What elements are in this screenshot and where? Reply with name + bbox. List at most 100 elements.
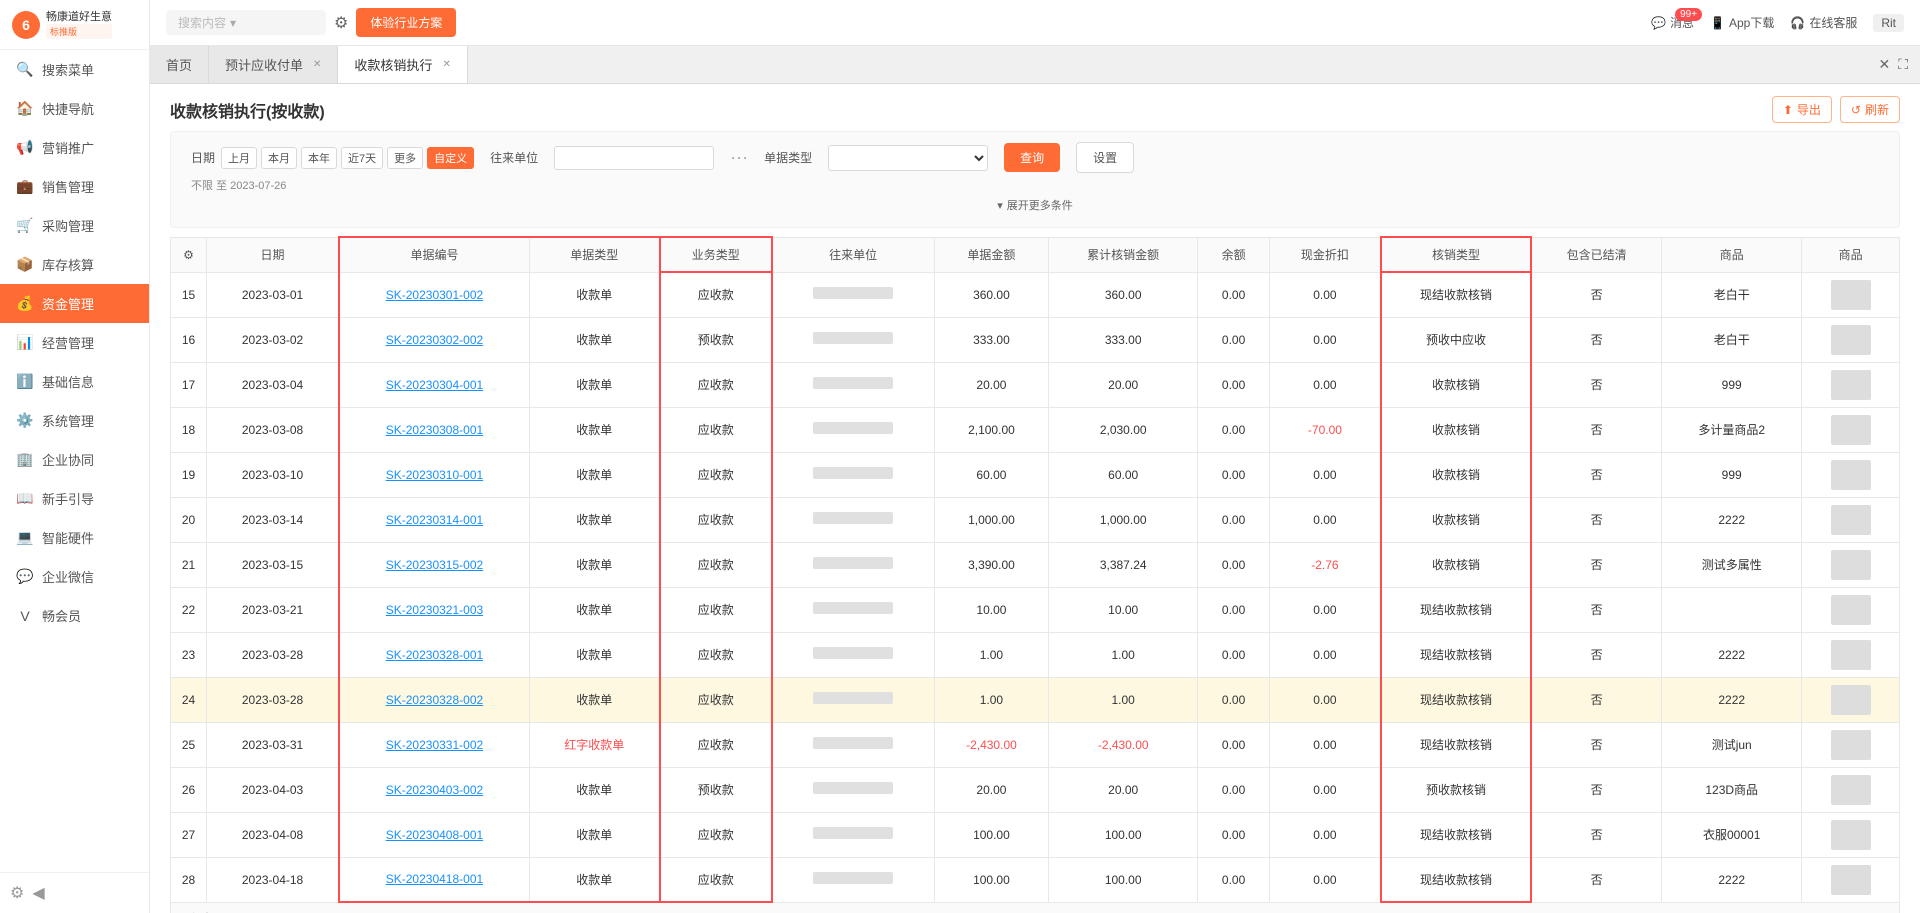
sidebar-item-basic[interactable]: ℹ️基础信息 [0, 362, 149, 401]
sidebar-nav: 🔍搜索菜单🏠快捷导航📢营销推广💼销售管理🛒采购管理📦库存核算💰资金管理📊经营管理… [0, 50, 149, 872]
doc-no-link[interactable]: SK-20230403-002 [386, 783, 483, 797]
partner-label: 往来单位 [490, 149, 538, 166]
doc-no-link[interactable]: SK-20230315-002 [386, 558, 483, 572]
doc-type-select[interactable] [828, 145, 988, 171]
cell-doc-type: 收款单 [529, 272, 659, 317]
last-7days-btn[interactable]: 近7天 [341, 147, 383, 169]
doc-no-link[interactable]: SK-20230328-001 [386, 648, 483, 662]
cell-date: 2023-03-28 [207, 632, 340, 677]
sidebar-item-vip[interactable]: V畅会员 [0, 596, 149, 635]
more-filters-dots[interactable]: ··· [730, 147, 748, 168]
user-menu[interactable]: Rit [1873, 14, 1904, 32]
settings-icon[interactable]: ⚙ [10, 883, 24, 903]
cell-amount: 2,100.00 [934, 407, 1049, 452]
cell-goods1: 999 [1662, 362, 1802, 407]
close-tab-button[interactable]: ✕ [1878, 56, 1890, 73]
sidebar-item-system[interactable]: ⚙️系统管理 [0, 401, 149, 440]
col-balance: 余额 [1198, 237, 1270, 272]
sidebar-item-sales[interactable]: 💼销售管理 [0, 167, 149, 206]
sidebar-label-wechat: 企业微信 [42, 567, 94, 586]
tab-collection-close[interactable]: ✕ [442, 59, 450, 70]
filter-settings-button[interactable]: 设置 [1076, 142, 1134, 173]
cell-doc-type: 收款单 [529, 857, 659, 902]
tab-pending-close[interactable]: ✕ [313, 59, 321, 70]
gear-icon[interactable]: ⚙ [334, 13, 348, 33]
cell-veri-type: 现结收款核销 [1381, 722, 1531, 767]
sidebar-item-wechat[interactable]: 💬企业微信 [0, 557, 149, 596]
cell-balance: 0.00 [1198, 272, 1270, 317]
export-button[interactable]: ⬆ 导出 [1772, 96, 1832, 123]
tab-actions: ✕ ⛶ [1878, 56, 1920, 73]
purchase-icon: 🛒 [16, 217, 34, 234]
table-row: 20 2023-03-14 SK-20230314-001 收款单 应收款 1,… [171, 497, 1900, 542]
hardware-icon: 💻 [16, 529, 34, 546]
tab-collection[interactable]: 收款核销执行 ✕ [338, 46, 467, 83]
cell-no: 26 [171, 767, 207, 812]
doc-no-link[interactable]: SK-20230408-001 [386, 828, 483, 842]
last-month-btn[interactable]: 上月 [221, 147, 257, 169]
doc-no-link[interactable]: SK-20230304-001 [386, 378, 483, 392]
topbar-search[interactable]: 搜索内容 ▾ [166, 10, 326, 35]
app-download-button[interactable]: 📱 App下载 [1710, 14, 1774, 31]
cell-balance: 0.00 [1198, 812, 1270, 857]
sidebar-item-inventory[interactable]: 📦库存核算 [0, 245, 149, 284]
cell-partner [772, 542, 934, 587]
cell-goods1: 衣服00001 [1662, 812, 1802, 857]
this-month-btn[interactable]: 本月 [261, 147, 297, 169]
sidebar-item-search[interactable]: 🔍搜索菜单 [0, 50, 149, 89]
sidebar-label-operations: 经营管理 [42, 333, 94, 352]
refresh-icon: ↺ [1851, 103, 1861, 117]
cell-amount: 360.00 [934, 272, 1049, 317]
doc-no-link[interactable]: SK-20230418-001 [386, 872, 483, 886]
sidebar-item-purchase[interactable]: 🛒采购管理 [0, 206, 149, 245]
cell-discount: 0.00 [1270, 857, 1381, 902]
expand-more-button[interactable]: ▾ 展开更多条件 [191, 193, 1879, 217]
more-date-btn[interactable]: 更多 [387, 147, 423, 169]
cell-biz-type: 应收款 [660, 452, 772, 497]
tab-pending[interactable]: 预计应收付单 ✕ [209, 46, 338, 83]
refresh-button[interactable]: ↺ 刷新 [1840, 96, 1900, 123]
customer-service-button[interactable]: 🎧 在线客服 [1790, 14, 1857, 31]
cell-balance: 0.00 [1198, 317, 1270, 362]
custom-date-btn[interactable]: 自定义 [427, 147, 474, 169]
table-row: 25 2023-03-31 SK-20230331-002 红字收款单 应收款 … [171, 722, 1900, 767]
message-badge: 99+ [1675, 8, 1702, 21]
cell-date: 2023-04-03 [207, 767, 340, 812]
doc-no-link[interactable]: SK-20230331-002 [386, 738, 483, 752]
query-button[interactable]: 查询 [1004, 143, 1060, 172]
collapse-icon[interactable]: ◀ [32, 883, 44, 903]
maximize-button[interactable]: ⛶ [1898, 56, 1908, 73]
cell-discount: 0.00 [1270, 272, 1381, 317]
doc-no-link[interactable]: SK-20230310-001 [386, 468, 483, 482]
doc-no-link[interactable]: SK-20230301-002 [386, 288, 483, 302]
tab-home[interactable]: 首页 [150, 46, 209, 83]
doc-no-link[interactable]: SK-20230308-001 [386, 423, 483, 437]
filter-bar: 日期 上月 本月 本年 近7天 更多 自定义 往来单位 ··· 单据类型 [170, 131, 1900, 228]
cell-goods2 [1802, 362, 1900, 407]
doc-no-link[interactable]: SK-20230328-002 [386, 693, 483, 707]
partner-input[interactable] [554, 146, 714, 170]
sidebar-item-guide[interactable]: 📖新手引导 [0, 479, 149, 518]
sidebar-item-quicknav[interactable]: 🏠快捷导航 [0, 89, 149, 128]
sidebar-item-finance[interactable]: 💰资金管理 [0, 284, 149, 323]
cell-acc-amount: 3,387.24 [1049, 542, 1198, 587]
col-gear[interactable]: ⚙ [171, 237, 207, 272]
cell-doc-no: SK-20230321-003 [339, 587, 529, 632]
doc-no-link[interactable]: SK-20230321-003 [386, 603, 483, 617]
doc-no-link[interactable]: SK-20230314-001 [386, 513, 483, 527]
message-button[interactable]: 💬 消息 99+ [1651, 14, 1694, 31]
this-year-btn[interactable]: 本年 [301, 147, 337, 169]
sidebar-item-operations[interactable]: 📊经营管理 [0, 323, 149, 362]
sidebar-item-enterprise[interactable]: 🏢企业协同 [0, 440, 149, 479]
cell-discount: 0.00 [1270, 497, 1381, 542]
cell-acc-amount: 20.00 [1049, 767, 1198, 812]
doc-no-link[interactable]: SK-20230302-002 [386, 333, 483, 347]
sales-icon: 💼 [16, 178, 34, 195]
cell-balance: 0.00 [1198, 407, 1270, 452]
col-doc-no: 单据编号 [339, 237, 529, 272]
solution-button[interactable]: 体验行业方案 [356, 8, 456, 37]
headset-icon: 🎧 [1790, 16, 1805, 30]
cell-doc-no: SK-20230408-001 [339, 812, 529, 857]
sidebar-item-hardware[interactable]: 💻智能硬件 [0, 518, 149, 557]
sidebar-item-marketing[interactable]: 📢营销推广 [0, 128, 149, 167]
